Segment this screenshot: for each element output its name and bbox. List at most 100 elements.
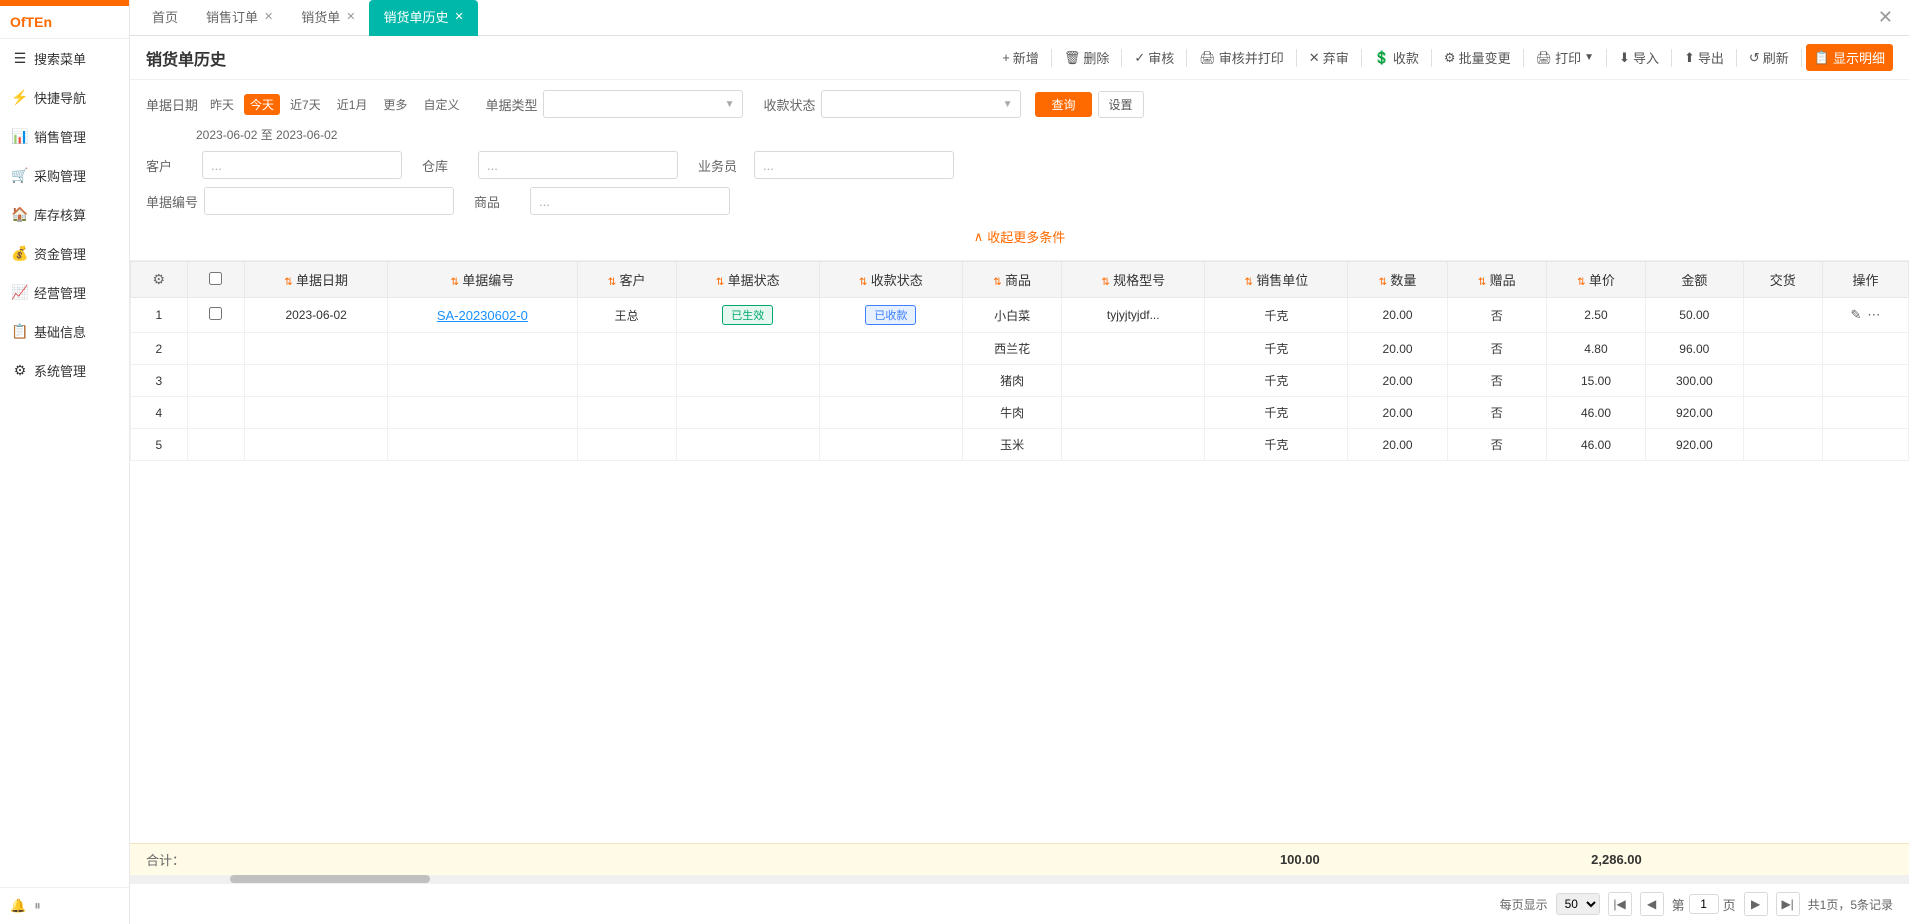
date-opt-more[interactable]: 更多 [377, 94, 413, 115]
goods-input[interactable]: ... [530, 187, 730, 215]
settings-filter-button[interactable]: 设置 [1098, 91, 1144, 118]
doc-no-input[interactable] [204, 187, 454, 215]
cell-checkbox[interactable] [187, 397, 244, 429]
goods-label: 商品 [474, 192, 524, 211]
audit-button[interactable]: ✓ 审核 [1126, 44, 1182, 71]
sidebar-item-purchase[interactable]: 🛒 采购管理 [0, 156, 129, 195]
sidebar-item-search-menu[interactable]: ☰ 搜索菜单 [0, 39, 129, 78]
cell-qty: 20.00 [1348, 333, 1447, 365]
refresh-button[interactable]: ↺ 刷新 [1741, 44, 1797, 71]
delete-button[interactable]: 🗑 删除 [1056, 44, 1118, 71]
cell-customer [577, 333, 676, 365]
sidebar-item-inventory[interactable]: 🏠 库存核算 [0, 195, 129, 234]
query-button[interactable]: 查询 [1035, 92, 1091, 117]
next-page-btn[interactable]: ▶ [1744, 892, 1768, 916]
page-input[interactable] [1689, 894, 1719, 914]
audit-print-button[interactable]: 🖨 审核并打印 [1191, 44, 1292, 71]
doc-no-link[interactable]: SA-20230602-0 [437, 308, 528, 323]
cell-seq: 5 [131, 429, 188, 461]
collapse-button[interactable]: ∧ 收起更多条件 [146, 223, 1893, 250]
customer-input[interactable]: ... [202, 151, 402, 179]
new-button[interactable]: + 新增 [994, 44, 1047, 71]
collapse-label: 收起更多条件 [987, 227, 1065, 246]
col-spec[interactable]: ⇅ 规格型号 [1062, 262, 1205, 298]
show-detail-button[interactable]: 📋 显示明细 [1806, 44, 1893, 71]
col-settings[interactable]: ⚙ [131, 262, 188, 298]
select-all-checkbox[interactable] [209, 272, 222, 285]
cell-amount: 50.00 [1646, 298, 1743, 333]
col-payment-status[interactable]: ⇅ 收款状态 [819, 262, 962, 298]
tab-sales-order[interactable]: 销售订单 ✕ [192, 0, 287, 36]
date-opt-1month[interactable]: 近1月 [331, 94, 374, 115]
tab-sales-goods[interactable]: 销货单 ✕ [287, 0, 369, 36]
col-goods[interactable]: ⇅ 商品 [962, 262, 1061, 298]
cell-checkbox[interactable] [187, 298, 244, 333]
sort-gift-icon: ⇅ [1478, 277, 1486, 288]
col-customer[interactable]: ⇅ 客户 [577, 262, 676, 298]
cell-doc-date: 2023-06-02 [245, 298, 388, 333]
tab-sales-order-close[interactable]: ✕ [264, 10, 273, 23]
cell-actions [1822, 397, 1908, 429]
row-checkbox[interactable] [209, 307, 222, 320]
date-opt-today[interactable]: 今天 [244, 94, 280, 115]
prev-page-btn[interactable]: ◀ [1640, 892, 1664, 916]
filter-row-3: 客户 ... 仓库 ... 业务员 ... [146, 151, 1893, 179]
col-doc-no[interactable]: ⇅ 单据编号 [388, 262, 577, 298]
payment-status-input[interactable]: ▼ [821, 90, 1021, 118]
cell-checkbox[interactable] [187, 429, 244, 461]
sidebar-bottom-icon1[interactable]: 🔔 [10, 898, 26, 914]
sidebar-item-finance[interactable]: 💰 资金管理 [0, 234, 129, 273]
cell-gift: 否 [1447, 429, 1546, 461]
salesperson-input[interactable]: ... [754, 151, 954, 179]
sidebar-item-label: 销售管理 [34, 127, 86, 146]
cell-doc-no[interactable]: SA-20230602-0 [388, 298, 577, 333]
collect-button[interactable]: 💲 收款 [1366, 44, 1427, 71]
sidebar-item-sys-mgmt[interactable]: ⚙ 系统管理 [0, 351, 129, 390]
tab-sales-goods-close[interactable]: ✕ [346, 10, 355, 23]
tab-sales-history[interactable]: 销货单历史 ✕ [369, 0, 477, 36]
discard-button[interactable]: ✕ 弃审 [1301, 44, 1357, 71]
col-doc-status[interactable]: ⇅ 单据状态 [676, 262, 819, 298]
cell-doc-status: 已生效 [676, 298, 819, 333]
scrollbar-thumb[interactable] [230, 875, 430, 883]
col-gift[interactable]: ⇅ 赠品 [1447, 262, 1546, 298]
filter-payment-status: 收款状态 ▼ 查询 设置 [763, 90, 1143, 118]
col-checkbox[interactable] [187, 262, 244, 298]
export-button[interactable]: ⬆ 导出 [1676, 44, 1732, 71]
per-page-select[interactable]: 50 [1556, 893, 1600, 915]
tab-home[interactable]: 首页 [138, 0, 192, 36]
cell-unit-price: 46.00 [1546, 397, 1645, 429]
date-label: 单据日期 [146, 95, 198, 114]
table-settings-icon[interactable]: ⚙ [153, 271, 166, 287]
sidebar-item-sales[interactable]: 📊 销售管理 [0, 117, 129, 156]
cell-actions [1822, 333, 1908, 365]
horizontal-scrollbar[interactable] [130, 875, 1909, 883]
sidebar-bottom-icon2[interactable]: ⏸ [34, 898, 41, 914]
date-opt-yesterday[interactable]: 昨天 [204, 94, 240, 115]
col-qty[interactable]: ⇅ 数量 [1348, 262, 1447, 298]
doc-type-input[interactable]: ▼ [543, 90, 743, 118]
warehouse-input[interactable]: ... [478, 151, 678, 179]
sort-customer-icon: ⇅ [608, 277, 616, 288]
cell-checkbox[interactable] [187, 333, 244, 365]
tab-sales-history-close[interactable]: ✕ [455, 10, 464, 23]
import-button[interactable]: ⬇ 导入 [1611, 44, 1667, 71]
first-page-btn[interactable]: |◀ [1608, 892, 1632, 916]
date-opt-7days[interactable]: 近7天 [284, 94, 327, 115]
date-opt-custom[interactable]: 自定义 [417, 94, 465, 115]
more-icon[interactable]: ⋯ [1867, 307, 1880, 323]
sidebar-item-quick-nav[interactable]: ⚡ 快捷导航 [0, 78, 129, 117]
sidebar-item-operations[interactable]: 📈 经营管理 [0, 273, 129, 312]
close-all-tabs[interactable]: ✕ [1870, 7, 1901, 28]
print-button[interactable]: 🖨 打印 ▼ [1528, 44, 1602, 71]
sidebar-item-base-info[interactable]: 📋 基础信息 [0, 312, 129, 351]
sidebar-bottom: 🔔 ⏸ [0, 887, 129, 924]
col-sales-unit[interactable]: ⇅ 销售单位 [1205, 262, 1348, 298]
cell-checkbox[interactable] [187, 365, 244, 397]
batch-change-button[interactable]: ⚙ 批量变更 [1436, 44, 1519, 71]
last-page-btn[interactable]: ▶| [1776, 892, 1800, 916]
col-doc-date[interactable]: ⇅ 单据日期 [245, 262, 388, 298]
col-unit-price[interactable]: ⇅ 单价 [1546, 262, 1645, 298]
cell-seq: 3 [131, 365, 188, 397]
edit-icon[interactable]: ✎ [1851, 307, 1862, 323]
